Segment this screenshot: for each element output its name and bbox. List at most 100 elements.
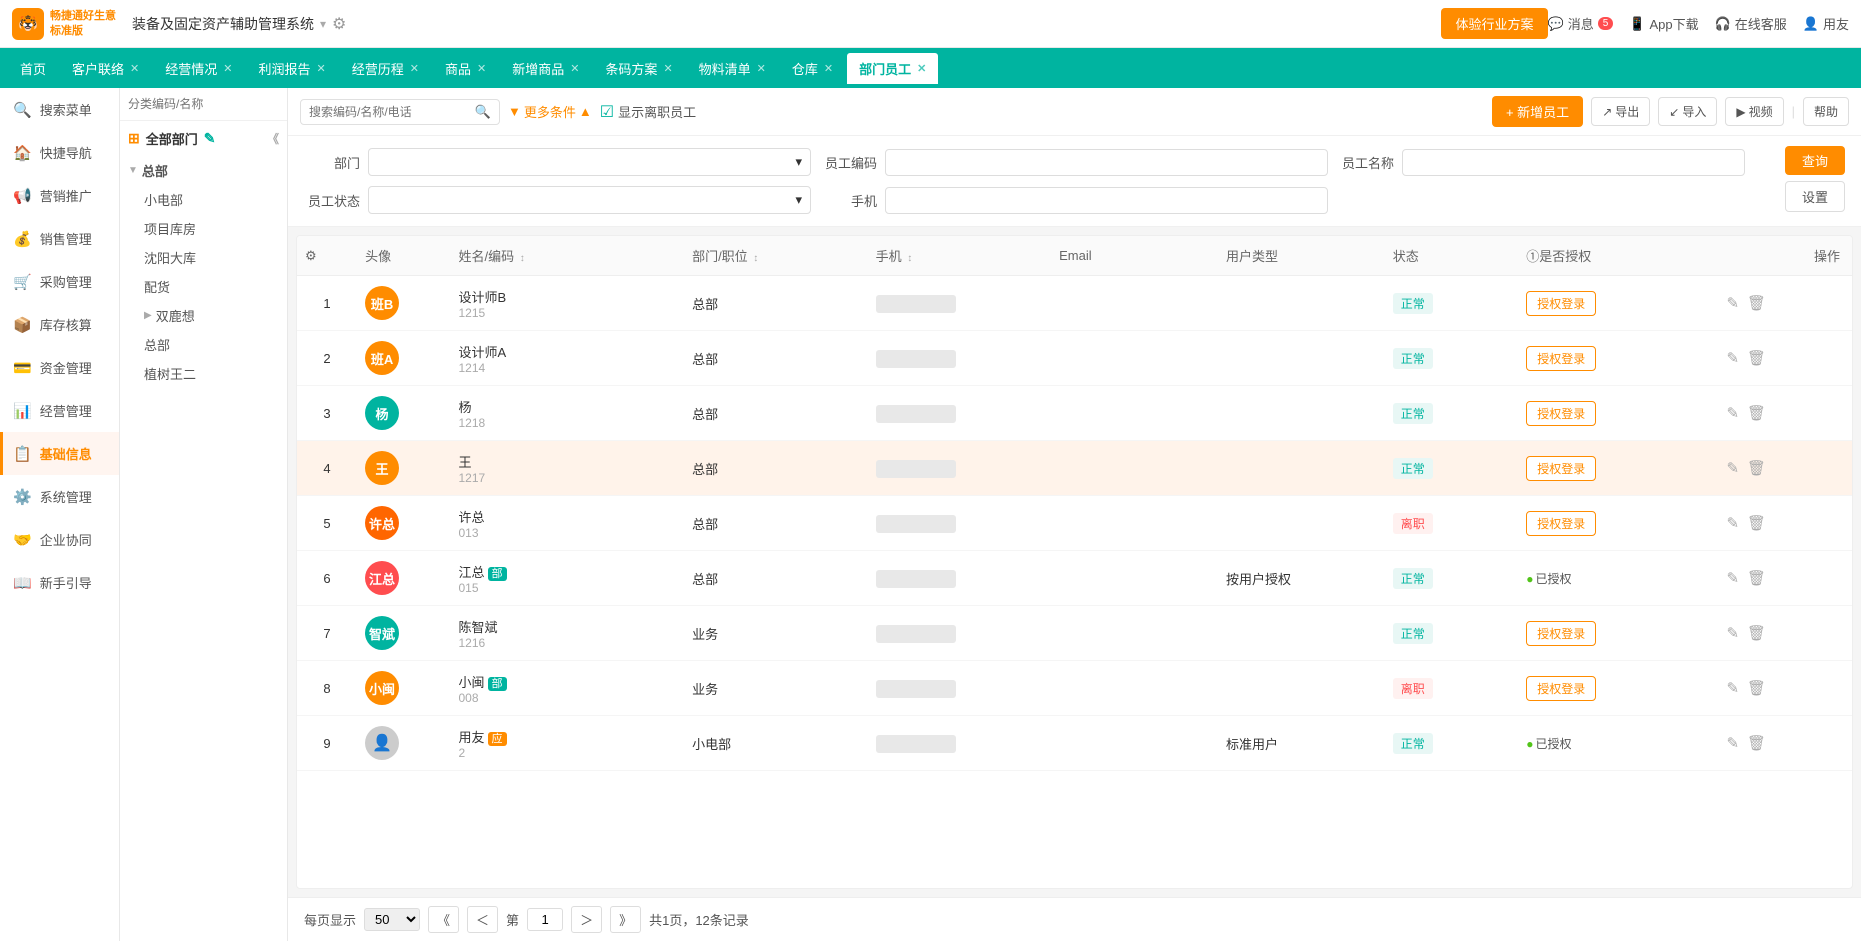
dept-search-input[interactable] bbox=[128, 97, 283, 111]
more-filter-btn[interactable]: ▼ 更多条件 ▲ bbox=[508, 102, 592, 121]
dept-node-配货[interactable]: 配货 bbox=[120, 272, 287, 301]
import-button[interactable]: ↙ 导入 bbox=[1658, 97, 1717, 126]
dept-node-小电部[interactable]: 小电部 bbox=[120, 185, 287, 214]
auth-login-btn[interactable]: 授权登录 bbox=[1526, 621, 1596, 646]
nav-tab-物料清单[interactable]: 物料清单✕ bbox=[687, 53, 778, 84]
last-page-btn[interactable]: 》 bbox=[610, 906, 641, 933]
col-name[interactable]: 姓名/编码 ↕ bbox=[450, 236, 684, 276]
dept-node-沈阳大库[interactable]: 沈阳大库 bbox=[120, 243, 287, 272]
auth-login-btn[interactable]: 授权登录 bbox=[1526, 401, 1596, 426]
sidebar-item-销售管理[interactable]: 💰销售管理 bbox=[0, 217, 119, 260]
auth-login-btn[interactable]: 授权登录 bbox=[1526, 291, 1596, 316]
dept-node-项目库房[interactable]: 项目库房 bbox=[120, 214, 287, 243]
sidebar-item-系统管理[interactable]: ⚙️系统管理 bbox=[0, 475, 119, 518]
sidebar-item-采购管理[interactable]: 🛒采购管理 bbox=[0, 260, 119, 303]
show-resign-toggle[interactable]: ☑ 显示离职员工 bbox=[600, 102, 696, 122]
col-phone[interactable]: 手机 ↕ bbox=[868, 236, 1052, 276]
sidebar-item-经营管理[interactable]: 📊经营管理 bbox=[0, 389, 119, 432]
message-btn[interactable]: 💬 消息 5 bbox=[1548, 14, 1614, 33]
emp-status-select[interactable]: ▾ bbox=[368, 186, 811, 214]
app-download-btn[interactable]: 📱 App下载 bbox=[1629, 14, 1698, 33]
edit-icon[interactable]: ✎ bbox=[1726, 294, 1739, 312]
sidebar-item-快捷导航[interactable]: 🏠快捷导航 bbox=[0, 131, 119, 174]
auth-login-btn[interactable]: 授权登录 bbox=[1526, 346, 1596, 371]
query-button[interactable]: 查询 bbox=[1785, 146, 1845, 175]
collapse-icon[interactable]: 《 bbox=[267, 130, 279, 147]
sidebar-item-库存核算[interactable]: 📦库存核算 bbox=[0, 303, 119, 346]
delete-icon[interactable]: 🗑 bbox=[1747, 734, 1766, 752]
nav-tab-条码方案[interactable]: 条码方案✕ bbox=[593, 53, 684, 84]
close-icon[interactable]: ✕ bbox=[317, 62, 326, 75]
trial-button[interactable]: 体验行业方案 bbox=[1441, 8, 1547, 39]
sidebar-item-基础信息[interactable]: 📋基础信息 bbox=[0, 432, 119, 475]
edit-icon[interactable]: ✎ bbox=[1726, 459, 1739, 477]
close-icon[interactable]: ✕ bbox=[663, 62, 672, 75]
prev-page-btn[interactable]: ＜ bbox=[467, 906, 498, 933]
close-icon[interactable]: ✕ bbox=[757, 62, 766, 75]
phone-input[interactable] bbox=[885, 187, 1328, 214]
dept-node-总部[interactable]: 总部 bbox=[120, 330, 287, 359]
auth-login-btn[interactable]: 授权登录 bbox=[1526, 511, 1596, 536]
dept-node-双鹿想[interactable]: ▶ 双鹿想 bbox=[120, 301, 287, 330]
close-icon[interactable]: ✕ bbox=[130, 62, 139, 75]
nav-tab-利润报告[interactable]: 利润报告✕ bbox=[246, 53, 337, 84]
nav-tab-新增商品[interactable]: 新增商品✕ bbox=[500, 53, 591, 84]
nav-tab-经营历程[interactable]: 经营历程✕ bbox=[340, 53, 431, 84]
set-button[interactable]: 设置 bbox=[1785, 181, 1845, 212]
nav-tab-经营情况[interactable]: 经营情况✕ bbox=[153, 53, 244, 84]
auth-login-btn[interactable]: 授权登录 bbox=[1526, 676, 1596, 701]
sidebar-item-新手引导[interactable]: 📖新手引导 bbox=[0, 561, 119, 604]
page-number-input[interactable] bbox=[527, 908, 563, 931]
edit-dept-icon[interactable]: ✎ bbox=[204, 130, 216, 147]
help-button[interactable]: 帮助 bbox=[1803, 97, 1849, 126]
nav-tab-部门员工[interactable]: 部门员工✕ bbox=[847, 53, 938, 84]
per-page-select[interactable]: 50 100 bbox=[364, 908, 420, 931]
dept-node-总部[interactable]: ▼ 总部 bbox=[120, 156, 287, 185]
nav-tab-商品[interactable]: 商品✕ bbox=[433, 53, 498, 84]
col-settings[interactable]: ⚙ bbox=[297, 236, 357, 276]
edit-icon[interactable]: ✎ bbox=[1726, 624, 1739, 642]
dept-node-植树王二[interactable]: 植树王二 bbox=[120, 359, 287, 388]
delete-icon[interactable]: 🗑 bbox=[1747, 404, 1766, 422]
delete-icon[interactable]: 🗑 bbox=[1747, 569, 1766, 587]
video-button[interactable]: ▶ 视频 bbox=[1725, 97, 1783, 126]
edit-icon[interactable]: ✎ bbox=[1726, 679, 1739, 697]
close-icon[interactable]: ✕ bbox=[824, 62, 833, 75]
dropdown-arrow-icon[interactable]: ▾ bbox=[320, 17, 326, 31]
edit-icon[interactable]: ✎ bbox=[1726, 404, 1739, 422]
export-button[interactable]: ↗ 导出 bbox=[1591, 97, 1650, 126]
next-page-btn[interactable]: ＞ bbox=[571, 906, 602, 933]
col-dept[interactable]: 部门/职位 ↕ bbox=[684, 236, 868, 276]
edit-icon[interactable]: ✎ bbox=[1726, 349, 1739, 367]
dept-select[interactable]: ▾ bbox=[368, 148, 811, 176]
edit-icon[interactable]: ✎ bbox=[1726, 569, 1739, 587]
user-area[interactable]: 👤 用友 bbox=[1803, 14, 1849, 33]
close-icon[interactable]: ✕ bbox=[410, 62, 419, 75]
delete-icon[interactable]: 🗑 bbox=[1747, 624, 1766, 642]
delete-icon[interactable]: 🗑 bbox=[1747, 349, 1766, 367]
sidebar-item-企业协同[interactable]: 🤝企业协同 bbox=[0, 518, 119, 561]
settings-icon[interactable]: ⚙ bbox=[332, 14, 346, 34]
nav-tab-首页[interactable]: 首页 bbox=[8, 53, 58, 84]
auth-login-btn[interactable]: 授权登录 bbox=[1526, 456, 1596, 481]
emp-code-input[interactable] bbox=[885, 149, 1328, 176]
nav-tab-客户联络[interactable]: 客户联络✕ bbox=[60, 53, 151, 84]
edit-icon[interactable]: ✎ bbox=[1726, 734, 1739, 752]
sidebar-item-营销推广[interactable]: 📢营销推广 bbox=[0, 174, 119, 217]
search-input[interactable] bbox=[309, 105, 469, 119]
emp-name-input[interactable] bbox=[1402, 149, 1745, 176]
close-icon[interactable]: ✕ bbox=[917, 62, 926, 75]
delete-icon[interactable]: 🗑 bbox=[1747, 679, 1766, 697]
close-icon[interactable]: ✕ bbox=[477, 62, 486, 75]
delete-icon[interactable]: 🗑 bbox=[1747, 294, 1766, 312]
edit-icon[interactable]: ✎ bbox=[1726, 514, 1739, 532]
sidebar-item-资金管理[interactable]: 💳资金管理 bbox=[0, 346, 119, 389]
first-page-btn[interactable]: 《 bbox=[428, 906, 459, 933]
close-icon[interactable]: ✕ bbox=[570, 62, 579, 75]
online-service-btn[interactable]: 🎧 在线客服 bbox=[1715, 14, 1787, 33]
delete-icon[interactable]: 🗑 bbox=[1747, 459, 1766, 477]
sidebar-item-搜索菜单[interactable]: 🔍搜索菜单 bbox=[0, 88, 119, 131]
close-icon[interactable]: ✕ bbox=[223, 62, 232, 75]
nav-tab-仓库[interactable]: 仓库✕ bbox=[780, 53, 845, 84]
add-employee-button[interactable]: + 新增员工 bbox=[1492, 96, 1583, 127]
